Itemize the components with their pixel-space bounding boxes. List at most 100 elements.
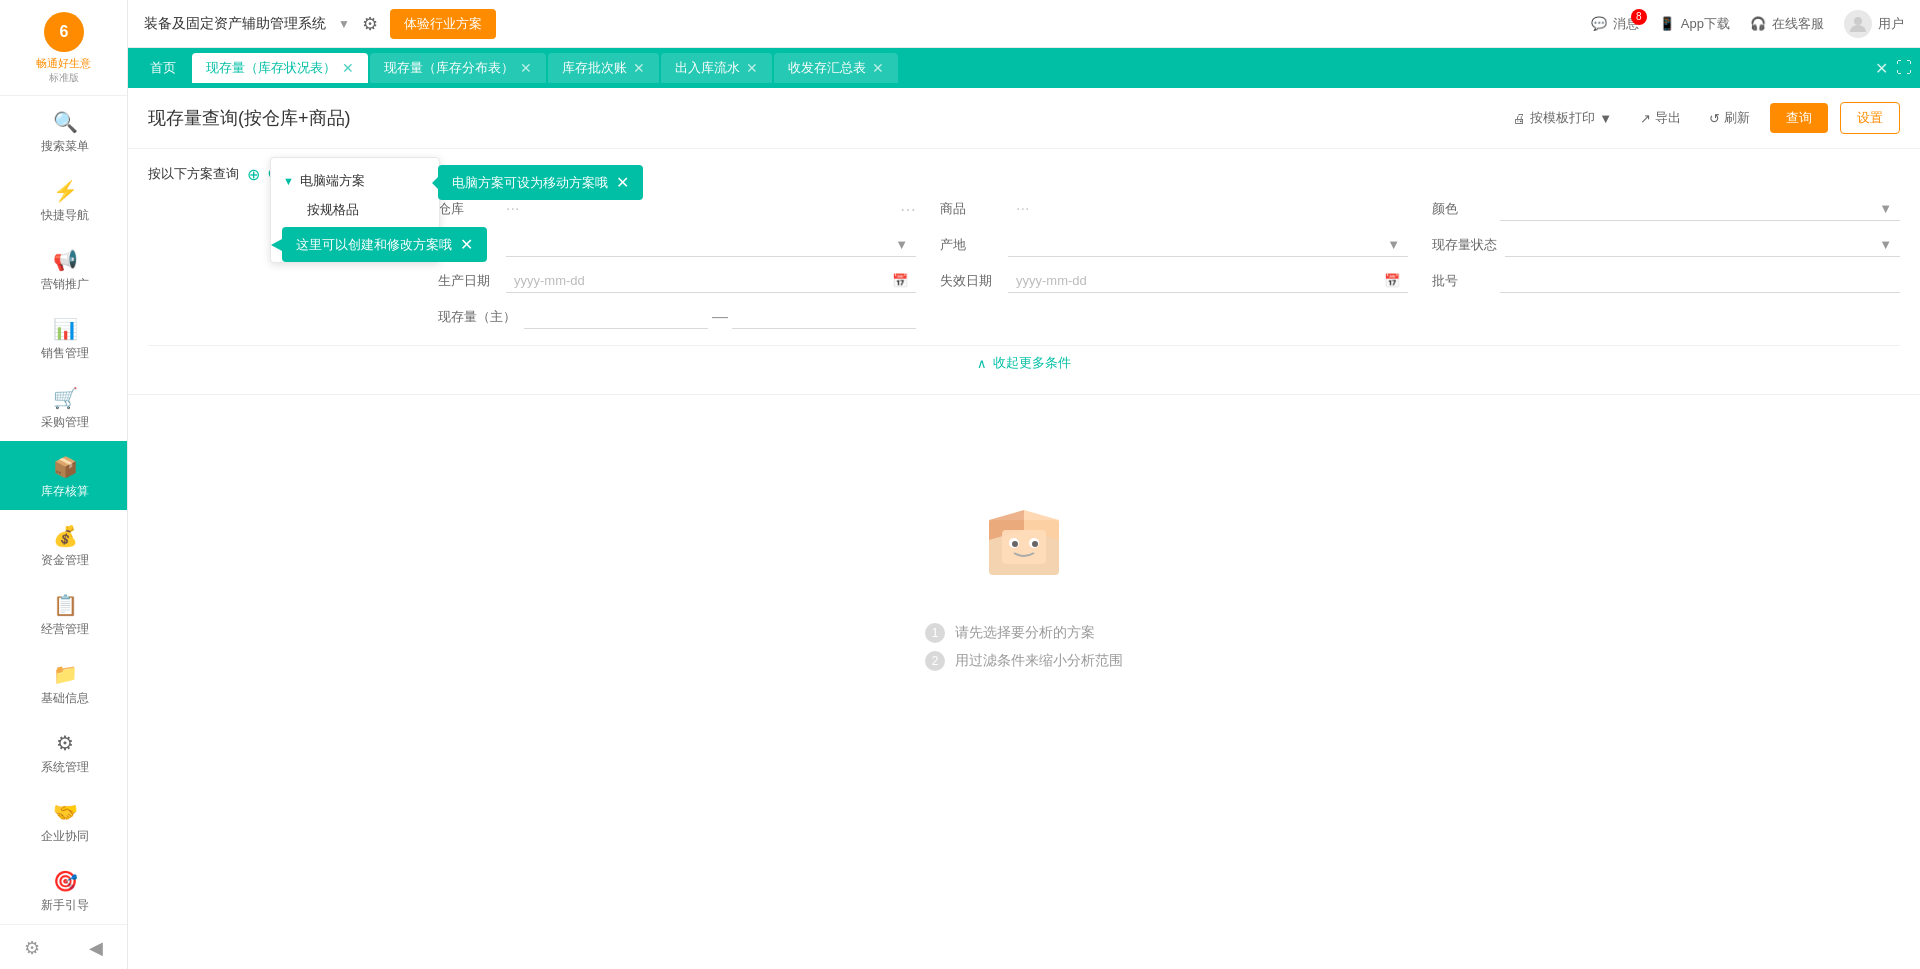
sidebar-item-label: 基础信息 [41,690,89,707]
sidebar-item-inventory[interactable]: 📦 库存核算 [0,441,127,510]
sidebar-item-label: 新手引导 [41,897,89,914]
color-select[interactable]: ▼ [1500,197,1900,221]
sidebar-item-guide[interactable]: 🎯 新手引导 [0,855,127,924]
sidebar-item-system[interactable]: ⚙ 系统管理 [0,717,127,786]
filter-origin: 产地 ▼ [940,233,1408,257]
logo-area: 6 畅通好生意 标准版 [0,0,127,96]
message-icon: 💬 [1591,16,1607,31]
tooltip2-close-icon[interactable]: ✕ [460,235,473,254]
sidebar-item-purchase[interactable]: 🛒 采购管理 [0,372,127,441]
main-area: 装备及固定资产辅助管理系统 ▼ ⚙ 体验行业方案 💬 消息 8 📱 App下载 … [128,0,1920,969]
print-button[interactable]: 🖨 按模板打印 ▼ [1505,105,1620,131]
scheme-pc-group[interactable]: ▼ 电脑端方案 [271,166,439,196]
refresh-button[interactable]: ↺ 刷新 [1701,105,1758,131]
gear-icon: ⚙ [56,731,74,755]
goods-dots[interactable]: ··· [1016,200,1029,218]
expiry-date-input[interactable]: yyyy-mm-dd 📅 [1008,269,1408,293]
sidebar-item-operation[interactable]: 📋 经营管理 [0,579,127,648]
settings-button[interactable]: 设置 [1840,102,1900,134]
tab-close-icon[interactable]: ✕ [746,61,758,75]
filter-grid: 仓库 ··· ⋯ 商品 ··· 颜色 ▼ [438,197,1900,337]
query-button[interactable]: 查询 [1770,103,1828,133]
tab-home[interactable]: 首页 [136,53,190,83]
sidebar-item-sales[interactable]: 📊 销售管理 [0,303,127,372]
sidebar-item-search[interactable]: 🔍 搜索菜单 [0,96,127,165]
calendar-icon: 📅 [892,273,908,288]
svg-point-9 [1012,541,1018,547]
tab-inout[interactable]: 出入库流水 ✕ [661,53,772,83]
production-date-placeholder: yyyy-mm-dd [514,273,585,288]
settings-icon[interactable]: ⚙ [362,13,378,35]
settings-bottom-icon[interactable]: ⚙ [24,937,40,959]
sidebar-item-label: 采购管理 [41,414,89,431]
tooltip-pc-scheme: 电脑方案可设为移动方案哦 ✕ [438,165,643,200]
sidebar-item-marketing[interactable]: 📢 营销推广 [0,234,127,303]
page-actions: 🖨 按模板打印 ▼ ↗ 导出 ↺ 刷新 查询 设置 [1505,102,1900,134]
phone-icon: 📱 [1659,16,1675,31]
stock-main-max[interactable] [732,305,916,329]
production-date-input[interactable]: yyyy-mm-dd 📅 [506,269,916,293]
megaphone-icon: 📢 [53,248,78,272]
tab-inventory-dist[interactable]: 现存量（库存分布表） ✕ [370,53,546,83]
box-icon: 📦 [53,455,78,479]
chevron-down-icon: ▼ [1387,237,1400,252]
sidebar-item-enterprise[interactable]: 🤝 企业协同 [0,786,127,855]
filter-section: 按以下方案查询 ⊕ ⟳ « 电脑方案可设为移动方案哦 ✕ ▼ [128,149,1920,395]
size-select[interactable]: ▼ [506,233,916,257]
tab-inventory-status[interactable]: 现存量（库存状况表） ✕ [192,53,368,83]
export-button[interactable]: ↗ 导出 [1632,105,1689,131]
stock-status-select[interactable]: ▼ [1505,233,1900,257]
user-item[interactable]: 用户 [1844,10,1904,38]
empty-step-2: 2 用过滤条件来缩小分析范围 [925,651,1123,671]
tab-batch[interactable]: 库存批次账 ✕ [548,53,659,83]
chevron-down-icon: ▼ [1879,201,1892,216]
message-item[interactable]: 💬 消息 8 [1591,15,1639,33]
tooltip-arrow [271,239,282,251]
stock-main-min[interactable] [524,305,708,329]
tooltip-close-icon[interactable]: ✕ [616,173,629,192]
sidebar-item-label: 企业协同 [41,828,89,845]
user-label: 用户 [1878,15,1904,33]
filter-stock-main: 现存量（主） — [438,305,916,329]
tab-close-icon[interactable]: ✕ [342,61,354,75]
logo-badge: 标准版 [49,71,79,85]
production-date-label: 生产日期 [438,272,498,290]
step-num-2: 2 [925,651,945,671]
money-icon: 💰 [53,524,78,548]
collapse-sidebar-icon[interactable]: ◀ [89,937,103,959]
step-1-text: 请先选择要分析的方案 [955,624,1095,642]
scheme-item-specs[interactable]: 按规格品 [299,196,439,224]
logo-text: 畅通好生意 [36,56,91,71]
tab-expand-icon[interactable]: ⛶ [1896,59,1912,77]
warehouse-dots[interactable]: ··· [506,200,519,218]
message-badge: 8 [1631,9,1647,25]
sidebar-item-quicknav[interactable]: ⚡ 快捷导航 [0,165,127,234]
tabs-actions: ✕ ⛶ [1875,59,1912,78]
online-service-label: 在线客服 [1772,15,1824,33]
sidebar-item-label: 经营管理 [41,621,89,638]
industry-button[interactable]: 体验行业方案 [390,9,496,39]
collapse-button[interactable]: ∧ 收起更多条件 [148,345,1900,380]
tab-collect[interactable]: 收发存汇总表 ✕ [774,53,898,83]
batch-input[interactable] [1500,269,1900,293]
system-dropdown-icon[interactable]: ▼ [338,17,350,31]
sidebar-item-basic[interactable]: 📁 基础信息 [0,648,127,717]
tabs-bar: 首页 现存量（库存状况表） ✕ 现存量（库存分布表） ✕ 库存批次账 ✕ 出入库… [128,48,1920,88]
sidebar-item-finance[interactable]: 💰 资金管理 [0,510,127,579]
nav-menu: 🔍 搜索菜单 ⚡ 快捷导航 📢 营销推广 📊 销售管理 🛒 采购管理 📦 库存核… [0,96,127,924]
chart-icon: 📊 [53,317,78,341]
empty-illustration [964,475,1084,595]
tab-close-icon[interactable]: ✕ [872,61,884,75]
tab-close-icon[interactable]: ✕ [520,61,532,75]
tab-label: 现存量（库存状况表） [206,59,336,77]
tab-close-icon[interactable]: ✕ [633,61,645,75]
origin-select[interactable]: ▼ [1008,233,1408,257]
filter-color: 颜色 ▼ [1432,197,1900,221]
online-service-item[interactable]: 🎧 在线客服 [1750,15,1824,33]
calendar-icon2: 📅 [1384,273,1400,288]
add-filter-button[interactable]: ⊕ [247,165,260,184]
header-left: 装备及固定资产辅助管理系统 ▼ ⚙ 体验行业方案 [144,9,496,39]
tab-close-all-icon[interactable]: ✕ [1875,59,1888,78]
expiry-date-label: 失效日期 [940,272,1000,290]
app-download-item[interactable]: 📱 App下载 [1659,15,1730,33]
